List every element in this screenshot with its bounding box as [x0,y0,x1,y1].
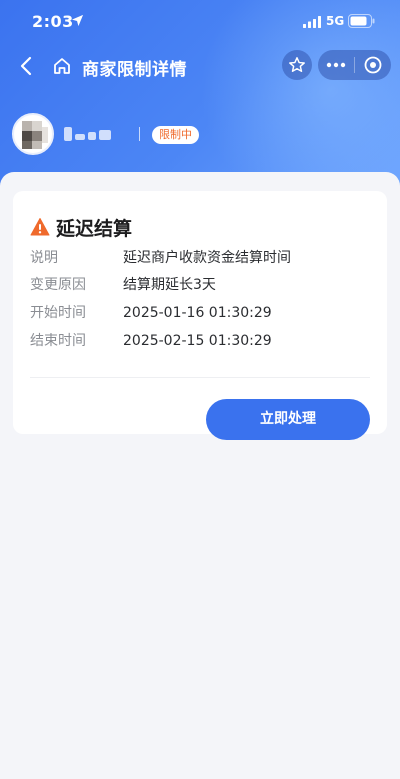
card-header: 延迟结算 [30,213,132,241]
warning-triangle-icon [30,218,50,236]
battery-icon [348,14,375,28]
back-arrow-icon [20,56,32,76]
home-icon [54,58,70,74]
info-row-end-time: 结束时间 2025-02-15 01:30:29 [30,330,370,352]
status-bar: 2:03 5G [0,0,400,44]
page-title: 商家限制详情 [82,60,187,80]
more-button[interactable] [318,50,354,80]
merchant-name-redacted [64,126,134,142]
avatar [12,113,54,155]
info-value: 延迟商户收款资金结算时间 [123,250,291,266]
back-button[interactable] [12,52,40,80]
nav-bar: 商家限制详情 [0,44,400,88]
star-icon [289,57,305,73]
info-label: 开始时间 [30,305,86,321]
info-label: 变更原因 [30,277,86,293]
favorite-button[interactable] [282,50,312,80]
signal-icon [303,16,321,28]
info-label: 说明 [30,250,58,266]
status-time: 2:03 [32,12,74,31]
info-value: 结算期延长3天 [123,277,216,293]
info-label: 结束时间 [30,333,86,349]
handle-now-button[interactable]: 立即处理 [206,399,370,440]
info-value: 2025-02-15 01:30:29 [123,333,272,349]
home-button[interactable] [48,52,76,80]
info-row-description: 说明 延迟商户收款资金结算时间 [30,247,370,269]
card-title: 延迟结算 [56,217,133,240]
location-arrow-icon [71,14,84,27]
network-type: 5G [326,14,345,28]
restriction-card: 延迟结算 说明 延迟商户收款资金结算时间 变更原因 结算期延长3天 开始时间 2… [13,191,387,440]
close-button[interactable] [355,50,391,80]
content-sheet: 延迟结算 说明 延迟商户收款资金结算时间 变更原因 结算期延长3天 开始时间 2… [0,172,400,779]
status-badge: 限制中 [152,126,199,144]
info-row-start-time: 开始时间 2025-01-16 01:30:29 [30,302,370,324]
more-dots-icon [326,62,346,68]
card-divider [30,377,370,378]
screen: 2:03 5G 商家限制详情 限制中 延迟结算 说明 延迟商户收款资金结算时间 … [0,0,400,779]
info-value: 2025-01-16 01:30:29 [123,305,272,321]
name-divider [139,127,140,141]
info-row-reason: 变更原因 结算期延长3天 [30,274,370,296]
miniapp-capsule [318,50,391,80]
close-circle-icon [364,56,382,74]
merchant-row: 限制中 [12,113,388,157]
